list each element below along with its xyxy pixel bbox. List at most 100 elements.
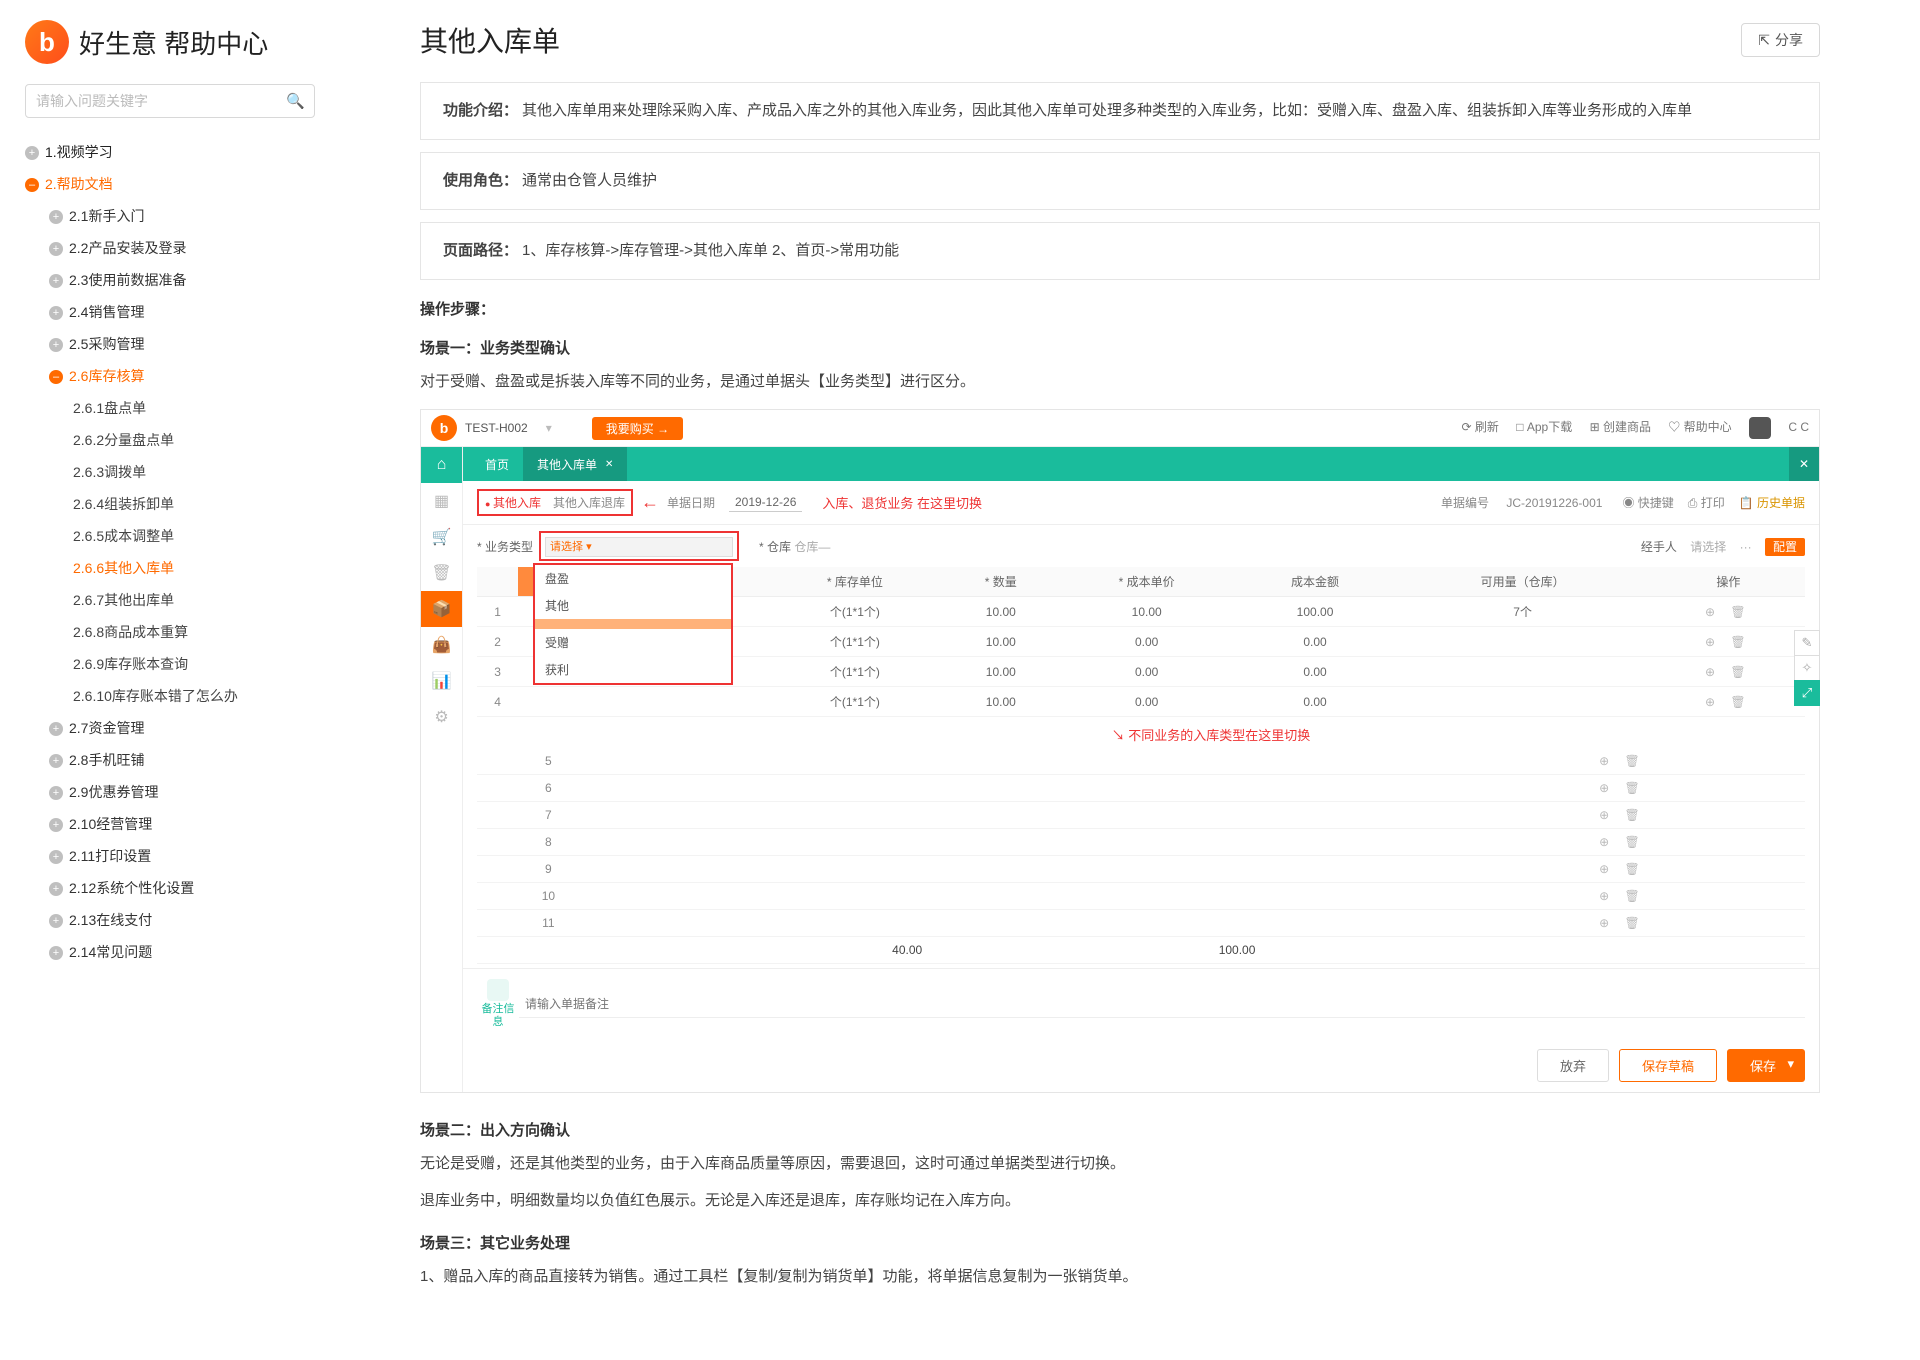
- share-button[interactable]: ⇱分享: [1741, 23, 1820, 57]
- nav-2-1[interactable]: +2.1新手入门: [49, 200, 315, 232]
- module-icon: 📊: [421, 663, 462, 699]
- mock-create: ⊞ 创建商品: [1590, 420, 1651, 434]
- mock-account: TEST-H002: [465, 421, 528, 435]
- mock-logo-icon: b: [431, 415, 457, 441]
- dropdown-option: 受赠: [535, 629, 731, 656]
- dropdown-overlay: 盘盈 其他 受赠 获利: [533, 563, 733, 685]
- table-row: 7⊕ 🗑: [477, 802, 1805, 829]
- nav-2-2[interactable]: +2.2产品安装及登录: [49, 232, 315, 264]
- mock-remark: 备注信息: [463, 968, 1819, 1039]
- table-header: [477, 567, 518, 597]
- chevron-down-icon: ▾: [546, 421, 552, 435]
- page-title: 其他入库单: [420, 20, 560, 60]
- discard-button: 放弃: [1537, 1049, 1609, 1082]
- nav-2-7[interactable]: +2.7资金管理: [49, 712, 315, 744]
- nav-2-5[interactable]: +2.5采购管理: [49, 328, 315, 360]
- nav-2-13[interactable]: +2.13在线支付: [49, 904, 315, 936]
- brand-title: 好生意 帮助中心: [79, 24, 268, 61]
- table-header: 操作: [1652, 567, 1805, 597]
- nav-2-6-6[interactable]: 2.6.6其他入库单: [73, 552, 315, 584]
- remark-input: [519, 991, 1805, 1018]
- mock-filter-row: * 业务类型 请选择 ▾ * 仓库 仓库— 经手人 请选择 ··· 配置: [463, 525, 1819, 567]
- nav-2-10[interactable]: +2.10经营管理: [49, 808, 315, 840]
- module-icon: 📦: [421, 591, 462, 627]
- scene2-text1: 无论是受赠，还是其他类型的业务，由于入库商品质量等原因，需要退回，这时可通过单据…: [420, 1150, 1820, 1177]
- handler-label: 经手人: [1641, 540, 1677, 554]
- module-icon: 👜: [421, 627, 462, 663]
- radio-return: 其他入库退库: [553, 494, 625, 511]
- table-row: 11⊕ 🗑: [477, 910, 1805, 937]
- path-box: 页面路径：1、库存核算->库存管理->其他入库单 2、首页->常用功能: [420, 222, 1820, 280]
- nav-2-11[interactable]: +2.11打印设置: [49, 840, 315, 872]
- mock-toolbar: 其他入库 其他入库退库 ← 单据日期 2019-12-26 入库、退货业务 在这…: [463, 481, 1819, 525]
- nav-docs[interactable]: –2.帮助文档 +2.1新手入门 +2.2产品安装及登录 +2.3使用前数据准备…: [25, 168, 315, 968]
- wh-label: * 仓库 仓库—: [759, 538, 830, 555]
- nav-2-6-4[interactable]: 2.6.4组装拆卸单: [73, 488, 315, 520]
- nav-2-6-8[interactable]: 2.6.8商品成本重算: [73, 616, 315, 648]
- nav-2-6-10[interactable]: 2.6.10库存账本错了怎么办: [73, 680, 315, 712]
- nav-2-12[interactable]: +2.12系统个性化设置: [49, 872, 315, 904]
- nav-2-9[interactable]: +2.9优惠券管理: [49, 776, 315, 808]
- module-icon: ⚙: [421, 699, 462, 735]
- table-row: 6⊕ 🗑: [477, 775, 1805, 802]
- nav-2-14[interactable]: +2.14常见问题: [49, 936, 315, 968]
- tool-icon: ✧: [1794, 655, 1820, 681]
- nav-2-6[interactable]: –2.6库存核算 2.6.1盘点单 2.6.2分量盘点单 2.6.3调拨单 2.…: [49, 360, 315, 712]
- scene1-heading: 场景一：业务类型确认: [420, 337, 1820, 358]
- date-value: 2019-12-26: [729, 493, 802, 512]
- mock-app-dl: □ App下载: [1516, 420, 1572, 434]
- nav-2-6-7[interactable]: 2.6.7其他出库单: [73, 584, 315, 616]
- biz-type-dropdown: 请选择 ▾: [539, 531, 739, 561]
- mock-print: ⎙ 打印: [1688, 494, 1725, 511]
- nav-2-6-3[interactable]: 2.6.3调拨单: [73, 456, 315, 488]
- tab-current: 其他入库单✕: [523, 447, 627, 481]
- mock-footer: 放弃 保存草稿 保存: [463, 1039, 1819, 1092]
- share-icon: ⇱: [1758, 32, 1770, 48]
- nav-2-6-2[interactable]: 2.6.2分量盘点单: [73, 424, 315, 456]
- table-row: 5⊕ 🗑: [477, 748, 1805, 775]
- nav-2-6-1[interactable]: 2.6.1盘点单: [73, 392, 315, 424]
- nav-2-4[interactable]: +2.4销售管理: [49, 296, 315, 328]
- mock-app-screenshot: b TEST-H002 ▾ 我要购买 → ⟳ 刷新 □ App下载 ⊞ 创建商品…: [420, 409, 1820, 1093]
- table-row: 9⊕ 🗑: [477, 856, 1805, 883]
- side-tools: ✎ ✧ ⤢: [1794, 630, 1820, 705]
- nav-2-6-9[interactable]: 2.6.9库存账本查询: [73, 648, 315, 680]
- nav-2-3[interactable]: +2.3使用前数据准备: [49, 264, 315, 296]
- nav-2-6-5[interactable]: 2.6.5成本调整单: [73, 520, 315, 552]
- mock-radio-group: 其他入库 其他入库退库: [477, 489, 633, 516]
- tab-home: 首页: [471, 447, 523, 481]
- mock-trial-pill: 我要购买 →: [592, 417, 683, 440]
- module-icon: 🗑: [421, 555, 462, 591]
- dropdown-option: [535, 619, 731, 629]
- search-icon[interactable]: 🔍: [286, 92, 305, 110]
- mock-shortcut: ◉ 快捷键: [1622, 494, 1673, 511]
- tool-icon: ⤢: [1794, 680, 1820, 706]
- nav-2-8[interactable]: +2.8手机旺铺: [49, 744, 315, 776]
- table-header: 可用量（仓库）: [1394, 567, 1652, 597]
- avatar-icon: [1749, 417, 1771, 439]
- scene3-text: 1、赠品入库的商品直接转为销售。通过工具栏【复制/复制为销货单】功能，将单据信息…: [420, 1263, 1820, 1290]
- role-box: 使用角色：通常由仓管人员维护: [420, 152, 1820, 210]
- annotation-below: 不同业务的入库类型在这里切换: [477, 717, 1805, 748]
- scene3-heading: 场景三：其它业务处理: [420, 1232, 1820, 1253]
- remark-icon: 备注信息: [477, 979, 519, 1029]
- mock-table-empty: 5⊕ 🗑6⊕ 🗑7⊕ 🗑8⊕ 🗑9⊕ 🗑10⊕ 🗑11⊕ 🗑 40.00100.…: [477, 748, 1805, 964]
- doc-id: 单据编号 JC-20191226-001: [1427, 494, 1602, 511]
- nav-video[interactable]: +1.视频学习: [25, 136, 315, 168]
- scene2-heading: 场景二：出入方向确认: [420, 1119, 1820, 1140]
- dropdown-option: 其他: [535, 592, 731, 619]
- mock-help: ♡ 帮助中心: [1668, 420, 1731, 434]
- table-header: * 成本单价: [1057, 567, 1237, 597]
- mock-top-links: ⟳ 刷新 □ App下载 ⊞ 创建商品 ♡ 帮助中心 C C: [1448, 417, 1809, 439]
- mock-refresh: ⟳ 刷新: [1462, 420, 1499, 434]
- brand-logo-icon: b: [25, 20, 69, 64]
- dropdown-option: 获利: [535, 656, 731, 683]
- search-input[interactable]: [25, 84, 315, 118]
- mock-left-rail: ⌂ ▦ 🛒 🗑 📦 👜 📊 ⚙: [421, 447, 463, 1092]
- main-content: 其他入库单 ⇱分享 功能介绍：其他入库单用来处理除采购入库、产成品入库之外的其他…: [340, 0, 1860, 1360]
- table-header: 成本金额: [1236, 567, 1393, 597]
- close-icon: ✕: [605, 459, 613, 470]
- save-button: 保存: [1727, 1049, 1805, 1082]
- mock-history: 📋 历史单据: [1739, 494, 1805, 511]
- draft-button: 保存草稿: [1619, 1049, 1717, 1082]
